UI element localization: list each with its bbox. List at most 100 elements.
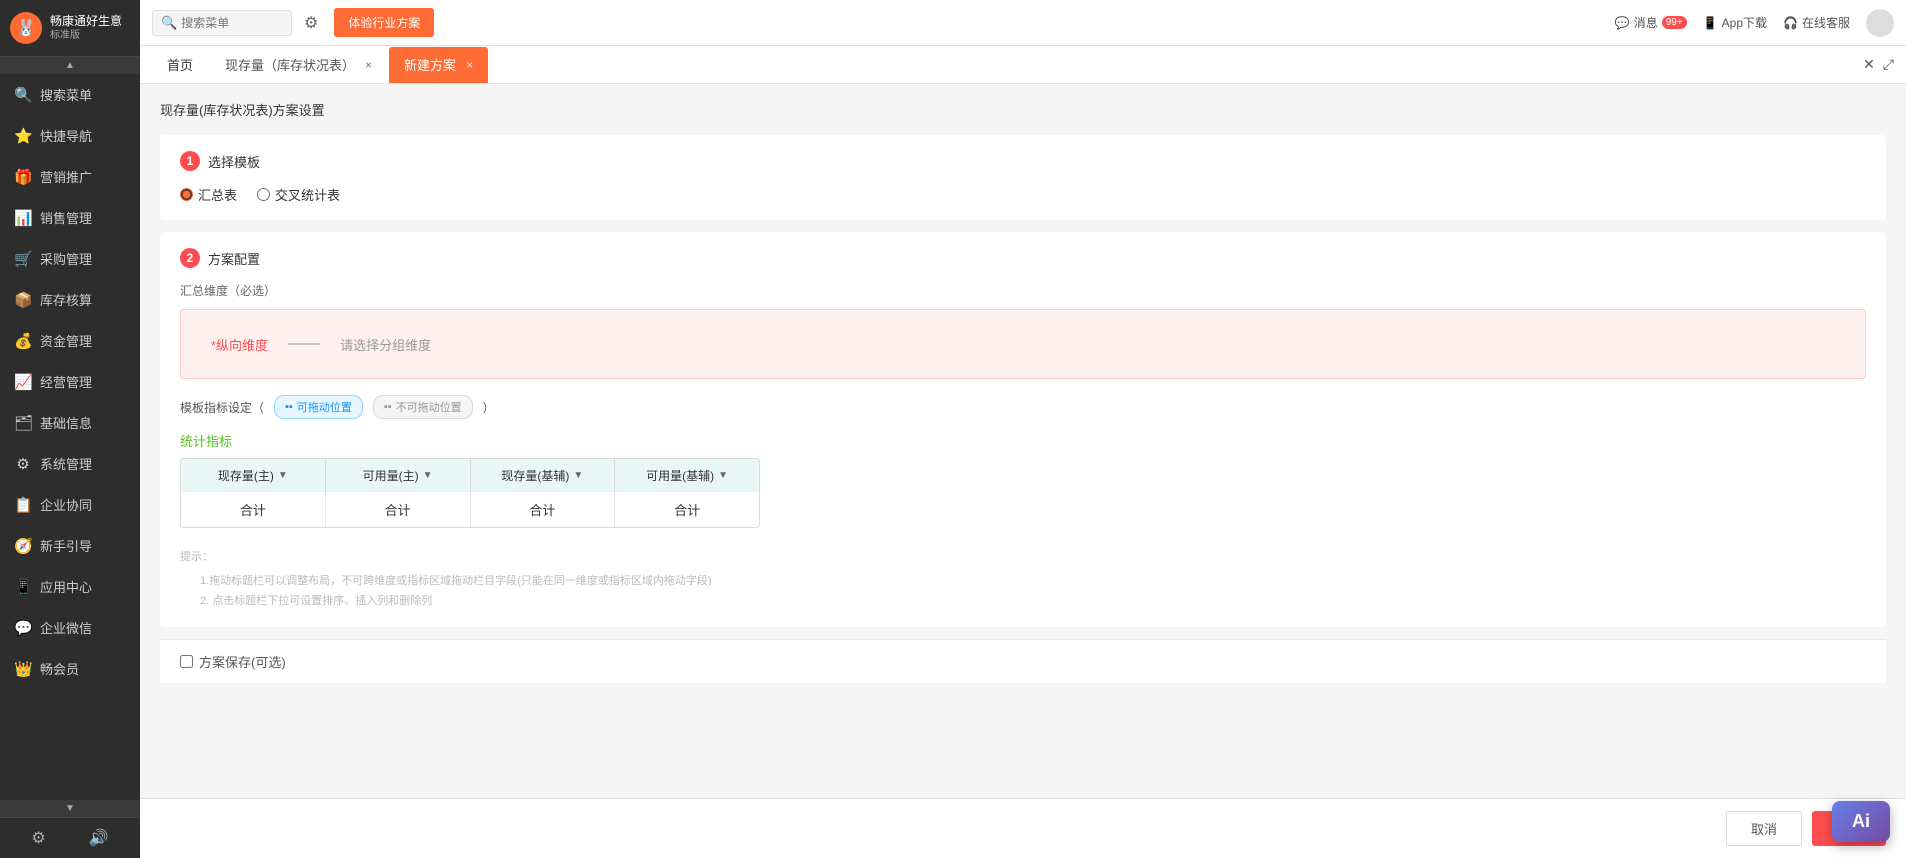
- radio-summary[interactable]: 汇总表: [180, 185, 237, 204]
- sidebar-item-contract[interactable]: 📋企业协同: [0, 484, 140, 525]
- sidebar-logo: 🐰 畅康通好生意 标准版: [0, 0, 140, 57]
- radio-cross-input[interactable]: [257, 188, 270, 201]
- sidebar-label-wechat: 企业微信: [40, 618, 92, 637]
- sidebar-item-wechat[interactable]: 💬企业微信: [0, 607, 140, 648]
- stats-col-3[interactable]: 可用量(基辅)▼: [615, 459, 759, 492]
- sidebar-icon-apps: 📱: [14, 578, 32, 596]
- messages-badge: 99+: [1662, 16, 1687, 29]
- sidebar-item-search[interactable]: 🔍搜索菜单: [0, 74, 140, 115]
- chip-draggable: ▪▪ 可拖动位置: [274, 395, 363, 419]
- sidebar-scroll-up[interactable]: ▲: [0, 57, 140, 74]
- main-area: 🔍 ⚙ 体验行业方案 💬 消息 99+ 📱 App下载 🎧 在线客服 首页: [140, 0, 1906, 858]
- sidebar-icon-member: 👑: [14, 660, 32, 678]
- step2-section: 2 方案配置 汇总维度（必选） *纵向维度 —— 请选择分组维度 模板指标设定（…: [160, 232, 1886, 627]
- app-download-btn[interactable]: 📱 App下载: [1703, 14, 1767, 31]
- radio-summary-input[interactable]: [180, 188, 193, 201]
- topbar-right: 💬 消息 99+ 📱 App下载 🎧 在线客服: [1615, 9, 1894, 37]
- tab-home[interactable]: 首页: [152, 47, 208, 83]
- sidebar-item-system[interactable]: ⚙ 系统管理: [0, 443, 140, 484]
- sidebar-item-marketing[interactable]: 🎁营销推广: [0, 156, 140, 197]
- tips-title: 提示：: [180, 548, 1866, 568]
- sidebar-item-operations[interactable]: 📈经营管理: [0, 361, 140, 402]
- sidebar-label-purchase: 采购管理: [40, 249, 92, 268]
- stats-table-header: 现存量(主)▼可用量(主)▼现存量(基辅)▼可用量(基辅)▼: [181, 459, 759, 492]
- sidebar-sound-btn[interactable]: 🔊: [89, 828, 109, 848]
- topbar: 🔍 ⚙ 体验行业方案 💬 消息 99+ 📱 App下载 🎧 在线客服: [140, 0, 1906, 46]
- indicator-suffix: ）: [483, 399, 495, 416]
- sidebar-label-finance: 资金管理: [40, 331, 92, 350]
- sidebar-icon-newbie: 🧭: [14, 537, 32, 555]
- vertical-dimension-label: *纵向维度: [211, 335, 268, 354]
- save-label: 方案保存(可选): [199, 652, 286, 671]
- tips-section: 提示： 1.拖动标题栏可以调整布局，不可跨维度或指标区域拖动栏目字段(只能在同一…: [180, 548, 1866, 611]
- stats-table: 现存量(主)▼可用量(主)▼现存量(基辅)▼可用量(基辅)▼ 合计合计合计合计: [180, 458, 760, 528]
- sidebar-icon-operations: 📈: [14, 373, 32, 391]
- sidebar-label-search: 搜索菜单: [40, 85, 92, 104]
- dimension-dash: ——: [288, 335, 320, 353]
- stats-cell-0-0: 合计: [181, 492, 326, 527]
- search-input[interactable]: [181, 16, 281, 30]
- step2-num: 2: [180, 248, 200, 268]
- sidebar-item-base[interactable]: 🗂基础信息: [0, 402, 140, 443]
- industry-btn[interactable]: 体验行业方案: [334, 8, 434, 37]
- sidebar-item-apps[interactable]: 📱 应用中心: [0, 566, 140, 607]
- sidebar-label-base: 基础信息: [40, 413, 92, 432]
- stats-col-0[interactable]: 现存量(主)▼: [181, 459, 326, 492]
- indicator-label: 模板指标设定（: [180, 399, 264, 416]
- sidebar-item-sales[interactable]: 📊销售管理: [0, 197, 140, 238]
- sidebar-item-finance[interactable]: 💰资金管理: [0, 320, 140, 361]
- online-service-btn[interactable]: 🎧 在线客服: [1783, 14, 1850, 31]
- stats-col-2[interactable]: 现存量(基辅)▼: [471, 459, 616, 492]
- sidebar-label-system: 系统管理: [40, 454, 92, 473]
- message-icon: 💬: [1615, 16, 1630, 30]
- save-checkbox[interactable]: [180, 655, 193, 668]
- step2-header: 2 方案配置: [180, 248, 1866, 268]
- window-expand-btn[interactable]: ⤢: [1883, 56, 1894, 73]
- sidebar-settings-btn[interactable]: ⚙: [31, 828, 45, 848]
- tips-item-1: 1.拖动标题栏可以调整布局，不可跨维度或指标区域拖动栏目字段(只能在同一维度或指…: [180, 572, 1866, 592]
- sidebar-label-marketing: 营销推广: [40, 167, 92, 186]
- messages-btn[interactable]: 💬 消息 99+: [1615, 14, 1687, 31]
- sidebar-label-shortcut: 快捷导航: [40, 126, 92, 145]
- sidebar-item-member[interactable]: 👑畅会员: [0, 648, 140, 689]
- sidebar-icon-system: ⚙: [14, 455, 32, 473]
- chip-no-drag: ▪▪ 不可拖动位置: [373, 395, 473, 419]
- sidebar-scroll-down[interactable]: ▼: [0, 800, 140, 817]
- search-box: 🔍: [152, 10, 292, 36]
- dimension-box[interactable]: *纵向维度 —— 请选择分组维度: [180, 309, 1866, 379]
- page-title: 现存量(库存状况表)方案设置: [160, 100, 1886, 119]
- sidebar-item-purchase[interactable]: 🛒采购管理: [0, 238, 140, 279]
- stats-col-label-2: 现存量(基辅): [501, 467, 569, 484]
- window-close-btn[interactable]: ✕: [1863, 56, 1875, 73]
- topbar-settings-btn[interactable]: ⚙: [300, 9, 322, 37]
- bottom-bar: 取消 查询: [140, 798, 1906, 858]
- cancel-button[interactable]: 取消: [1726, 811, 1802, 846]
- drag-indicator: ▪▪: [285, 401, 293, 413]
- sidebar-icon-inventory: 📦: [14, 291, 32, 309]
- step1-num: 1: [180, 151, 200, 171]
- sidebar-item-inventory[interactable]: 📦库存核算: [0, 279, 140, 320]
- tab-inventory-status[interactable]: 现存量（库存状况表） ×: [210, 47, 387, 83]
- user-avatar[interactable]: [1866, 9, 1894, 37]
- chevron-down-icon-3: ▼: [718, 470, 728, 481]
- tab-new-plan[interactable]: 新建方案 ×: [389, 47, 488, 83]
- stats-col-1[interactable]: 可用量(主)▼: [326, 459, 471, 492]
- tab-close-inventory[interactable]: ×: [361, 58, 372, 72]
- sidebar: 🐰 畅康通好生意 标准版 ▲ 🔍搜索菜单 ⭐ 快捷导航 🎁营销推广📊销售管理🛒采购管理…: [0, 0, 140, 858]
- stats-table-body: 合计合计合计合计: [181, 492, 759, 527]
- sidebar-item-newbie[interactable]: 🧭新手引导: [0, 525, 140, 566]
- step1-header: 1 选择模板: [180, 151, 1866, 171]
- radio-cross[interactable]: 交叉统计表: [257, 185, 340, 204]
- step1-section: 1 选择模板 汇总表 交叉统计表: [160, 135, 1886, 220]
- sidebar-nav: 🔍搜索菜单 ⭐ 快捷导航 🎁营销推广📊销售管理🛒采购管理📦库存核算💰资金管理📈经营管理…: [0, 74, 140, 800]
- sidebar-label-apps: 应用中心: [40, 577, 92, 596]
- mobile-icon: 📱: [1703, 16, 1718, 30]
- indicator-setting: 模板指标设定（ ▪▪ 可拖动位置 ▪▪ 不可拖动位置 ）: [180, 395, 1866, 419]
- sidebar-bottom: ⚙ 🔊: [0, 817, 140, 858]
- search-icon: 🔍: [161, 15, 177, 31]
- sidebar-item-shortcut[interactable]: ⭐ 快捷导航: [0, 115, 140, 156]
- tips-item-2: 2. 点击标题栏下拉可设置排序、插入列和删除列: [180, 592, 1866, 612]
- ai-button[interactable]: Ai: [1832, 801, 1890, 842]
- tab-close-new-plan[interactable]: ×: [462, 58, 473, 72]
- sidebar-icon-shortcut: ⭐: [14, 127, 32, 145]
